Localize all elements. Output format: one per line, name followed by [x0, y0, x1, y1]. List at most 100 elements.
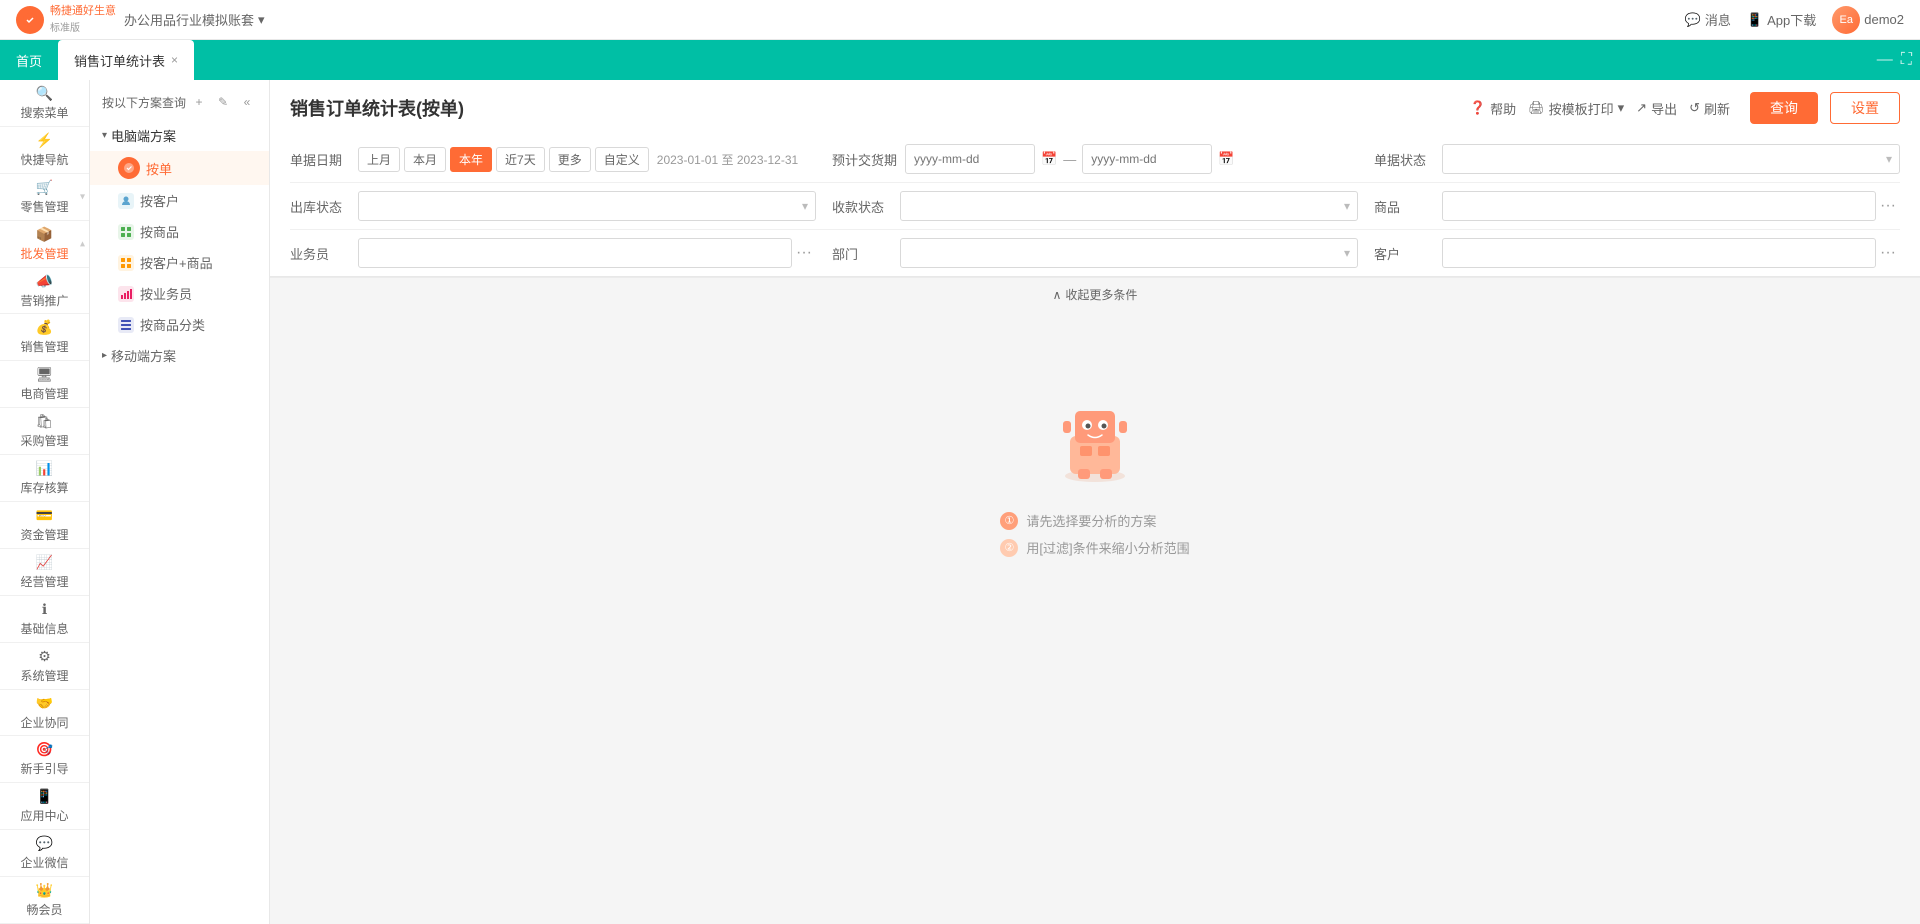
user-avatar: Ea — [1832, 6, 1860, 34]
scheme-collapse-btn[interactable]: « — [237, 92, 257, 112]
sidebar-item-search[interactable]: 🔍 搜索菜单 — [0, 80, 89, 127]
payment-status-select[interactable] — [900, 191, 1358, 221]
salesman-input[interactable] — [358, 238, 792, 268]
sidebar-item-basic[interactable]: ℹ 基础信息 — [0, 596, 89, 643]
salesman-field: 业务员 ··· — [290, 238, 832, 268]
sidebar-item-inventory[interactable]: 📊 库存核算 — [0, 455, 89, 502]
sidebar-item-purchase[interactable]: 🛍 采购管理 — [0, 408, 89, 455]
collapse-label: 收起更多条件 — [1065, 286, 1137, 303]
date-buttons-group: 上月 本月 本年 近7天 更多 自定义 2023-01-01 至 2023-12… — [358, 147, 816, 172]
inventory-icon: 📊 — [36, 460, 53, 477]
date-this-year-btn[interactable]: 本年 — [450, 147, 492, 172]
scheme-item-by-cust-goods[interactable]: 按客户+商品 — [90, 247, 269, 278]
customer-more-btn[interactable]: ··· — [1876, 244, 1900, 262]
content-area: 按以下方案查询 + ✎ « ▾ 电脑端方案 — [90, 80, 1920, 924]
bill-status-select[interactable] — [1442, 144, 1900, 174]
customer-label: 客户 — [1374, 244, 1434, 263]
breadcrumb-chevron[interactable]: ▾ — [258, 12, 265, 28]
sidebar-label-operation: 经营管理 — [20, 573, 68, 590]
breadcrumb-area: 办公用品行业模拟账套 ▾ — [124, 10, 265, 29]
export-btn[interactable]: ↗ 导出 — [1636, 99, 1677, 118]
scheme-desktop-category[interactable]: ▾ 电脑端方案 — [90, 120, 269, 151]
sidebar-label-wholesale: 批发管理 — [20, 245, 68, 262]
sidebar-item-wechat[interactable]: 💬 企业微信 — [0, 830, 89, 877]
sidebar-item-ecom[interactable]: 🖥 电商管理 — [0, 361, 89, 408]
tab-home-label: 首页 — [16, 51, 42, 70]
collapse-bar[interactable]: ∧ 收起更多条件 — [270, 277, 1920, 311]
search-btn[interactable]: 查询 — [1750, 92, 1818, 124]
sidebar-label-sales: 销售管理 — [20, 338, 68, 355]
scheme-item-by-customer[interactable]: 按客户 — [90, 185, 269, 216]
marketing-icon: 📣 — [36, 273, 53, 290]
user-area[interactable]: Ea demo2 — [1832, 6, 1904, 34]
logo-text-area: 畅捷通好生意 标准版 — [50, 5, 116, 33]
sidebar-item-newbie[interactable]: 🎯 新手引导 — [0, 736, 89, 783]
sidebar-item-member[interactable]: 👑 畅会员 — [0, 877, 89, 924]
sidebar-item-finance[interactable]: 💳 资金管理 — [0, 502, 89, 549]
scheme-header-title: 按以下方案查询 — [102, 94, 186, 111]
delivery-start-cal-icon[interactable]: 📅 — [1041, 151, 1057, 167]
sidebar-label-enterprise: 企业协同 — [20, 714, 68, 731]
date-last-month-btn[interactable]: 上月 — [358, 147, 400, 172]
logo-sub: 标准版 — [50, 19, 116, 34]
scheme-mobile-category[interactable]: ▸ 移动端方案 — [90, 340, 269, 371]
delivery-end-input[interactable] — [1082, 144, 1212, 174]
app-download-btn[interactable]: 📱 App下载 — [1747, 10, 1816, 29]
scheme-item-by-bill[interactable]: 按单 — [90, 151, 269, 185]
page-title: 销售订单统计表(按单) — [290, 95, 464, 121]
sidebar-item-enterprise[interactable]: 🤝 企业协同 — [0, 690, 89, 737]
delivery-end-cal-icon[interactable]: 📅 — [1218, 151, 1234, 167]
date-7days-btn[interactable]: 近7天 — [496, 147, 545, 172]
ship-status-select[interactable] — [358, 191, 816, 221]
message-btn[interactable]: 💬 消息 — [1685, 10, 1731, 29]
dept-select[interactable] — [900, 238, 1358, 268]
purchase-icon: 🛍 — [36, 413, 54, 430]
system-icon: ⚙ — [38, 648, 51, 665]
goods-input[interactable] — [1442, 191, 1876, 221]
goods-more-btn[interactable]: ··· — [1876, 197, 1900, 215]
tab-minimize-btn[interactable]: — — [1877, 51, 1893, 69]
filter-row-1: 单据日期 上月 本月 本年 近7天 更多 自定义 2023-01-01 至 20… — [290, 136, 1900, 183]
sidebar-item-sales[interactable]: 💰 销售管理 — [0, 314, 89, 361]
date-this-month-btn[interactable]: 本月 — [404, 147, 446, 172]
scheme-by-bill-label: 按单 — [146, 159, 172, 178]
reset-btn[interactable]: 设置 — [1830, 92, 1900, 124]
by-category-icon — [118, 317, 134, 333]
sidebar-item-apps[interactable]: 📱 应用中心 — [0, 783, 89, 830]
help-btn[interactable]: ❓ 帮助 — [1470, 99, 1516, 118]
sidebar-item-wholesale[interactable]: 📦 批发管理 ▴ — [0, 221, 89, 268]
tab-home[interactable]: 首页 — [0, 40, 58, 80]
app-download-label: App下载 — [1767, 10, 1816, 29]
bill-status-field: 单据状态 — [1374, 144, 1900, 174]
tab-close-icon[interactable]: × — [171, 53, 178, 67]
sidebar-item-operation[interactable]: 📈 经营管理 — [0, 549, 89, 596]
print-btn[interactable]: 🖨 按模板打印 ▾ — [1528, 99, 1624, 118]
scheme-item-by-category[interactable]: 按商品分类 — [90, 309, 269, 340]
newbie-icon: 🎯 — [36, 741, 53, 758]
tip-num-1: ① — [1000, 512, 1018, 530]
delivery-start-input[interactable] — [905, 144, 1035, 174]
date-custom-btn[interactable]: 自定义 — [595, 147, 649, 172]
scheme-item-by-goods[interactable]: 按商品 — [90, 216, 269, 247]
sidebar-label-apps: 应用中心 — [20, 807, 68, 824]
tab-sales-stat[interactable]: 销售订单统计表 × — [58, 40, 194, 80]
tab-maximize-btn[interactable]: ⛶ — [1901, 51, 1912, 69]
apps-icon: 📱 — [36, 788, 53, 805]
page-header: 销售订单统计表(按单) ❓ 帮助 🖨 按模板打印 ▾ ↗ — [270, 80, 1920, 277]
sidebar-item-retail[interactable]: 🛒 零售管理 ▾ — [0, 174, 89, 221]
empty-tips: ① 请先选择要分析的方案 ② 用[过滤]条件来缩小分析范围 — [1000, 511, 1189, 557]
main-layout: 🔍 搜索菜单 ⚡ 快捷导航 🛒 零售管理 ▾ 📦 批发管理 ▴ 📣 营销推广 💰… — [0, 80, 1920, 924]
sidebar-item-quick-nav[interactable]: ⚡ 快捷导航 — [0, 127, 89, 174]
scheme-item-by-salesman[interactable]: 按业务员 — [90, 278, 269, 309]
sidebar-item-system[interactable]: ⚙ 系统管理 — [0, 643, 89, 690]
customer-input[interactable] — [1442, 238, 1876, 268]
scheme-add-btn[interactable]: + — [189, 92, 209, 112]
scheme-edit-btn[interactable]: ✎ — [213, 92, 233, 112]
scheme-by-goods-label: 按商品 — [140, 222, 179, 241]
salesman-more-btn[interactable]: ··· — [792, 244, 816, 262]
refresh-btn[interactable]: ↺ 刷新 — [1689, 99, 1730, 118]
print-label: 按模板打印 — [1549, 99, 1614, 118]
date-more-btn[interactable]: 更多 — [549, 147, 591, 172]
logo-area[interactable]: 畅捷通好生意 标准版 — [16, 5, 116, 33]
sidebar-item-marketing[interactable]: 📣 营销推广 — [0, 268, 89, 315]
